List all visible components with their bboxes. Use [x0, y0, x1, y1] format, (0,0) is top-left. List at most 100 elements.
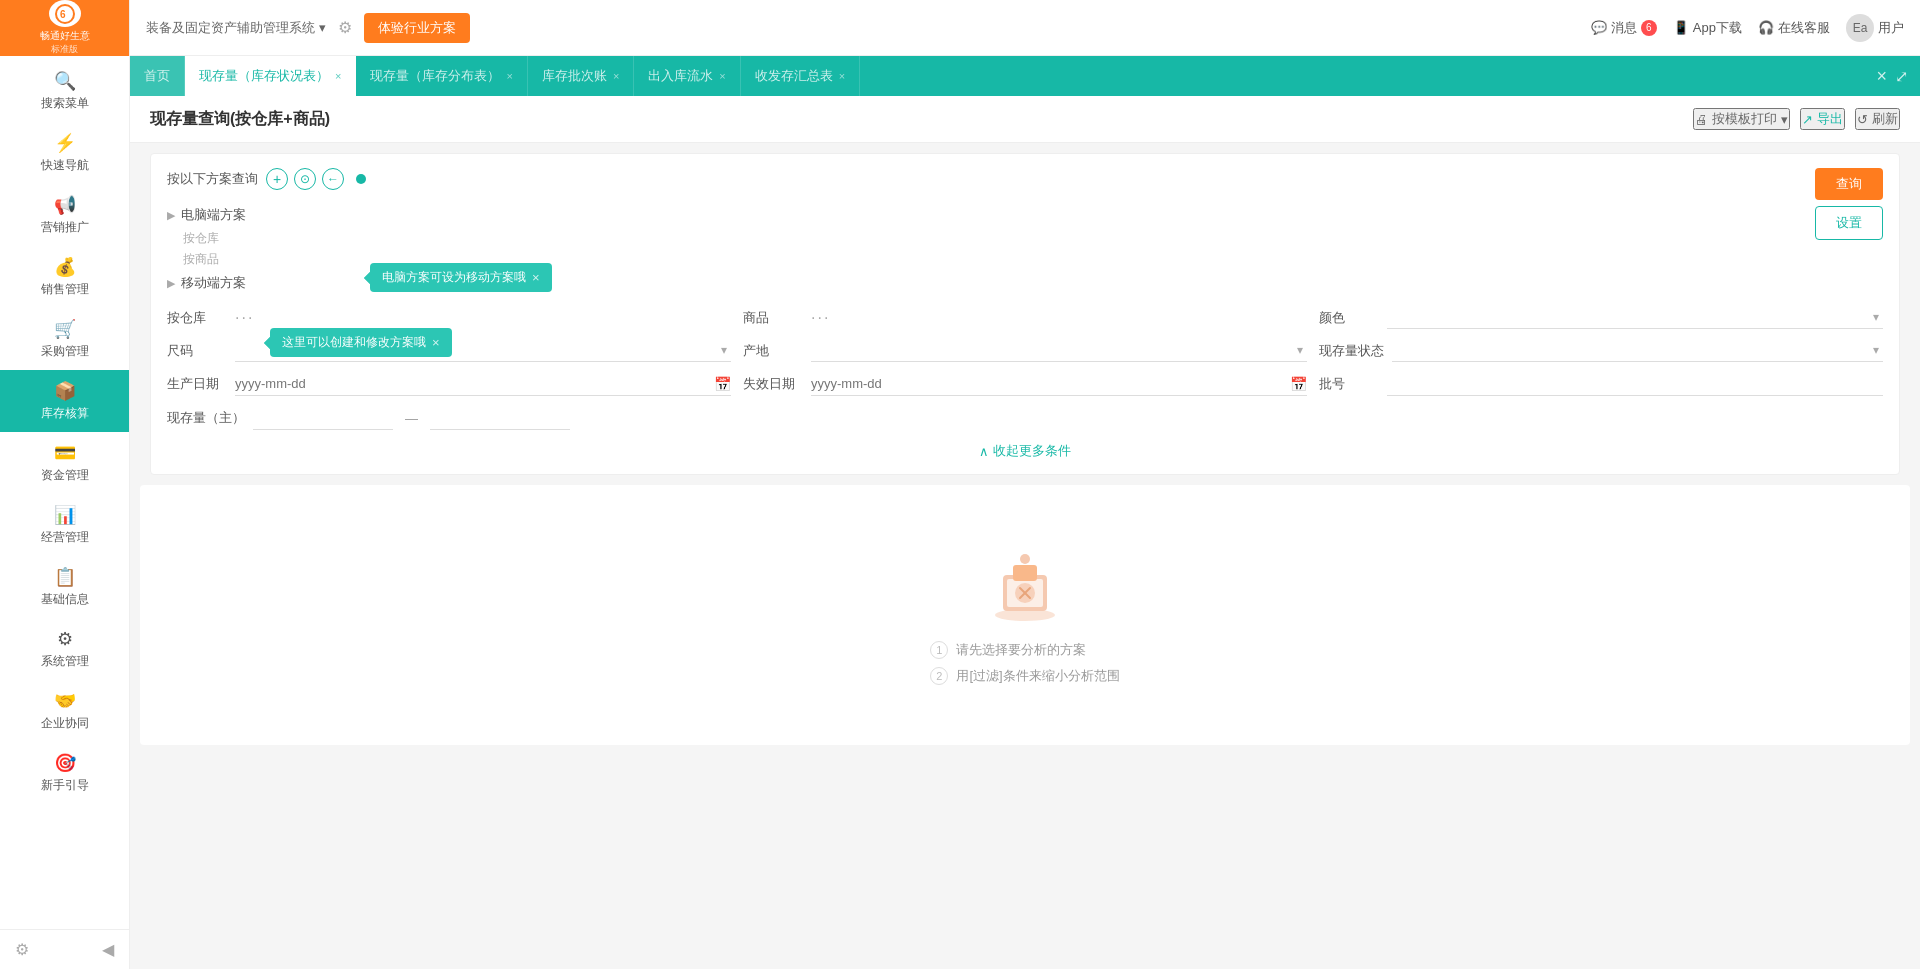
expire-date-input-wrap: 📅 — [811, 372, 1307, 396]
app-download-btn[interactable]: 📱 App下载 — [1673, 19, 1742, 37]
tab-home-label: 首页 — [144, 67, 170, 85]
scheme-pc[interactable]: ▶ 电脑端方案 — [167, 202, 1883, 228]
sidebar-item-quick-nav[interactable]: ⚡ 快速导航 — [0, 122, 129, 184]
back-filter-btn[interactable]: ← — [322, 168, 344, 190]
sidebar-item-label: 销售管理 — [41, 281, 89, 298]
query-btn[interactable]: 查询 — [1815, 168, 1883, 200]
origin-select[interactable]: ▾ — [811, 339, 1307, 362]
sidebar-item-newbie[interactable]: 🎯 新手引导 — [0, 742, 129, 804]
field-origin: 产地 ▾ — [743, 339, 1307, 362]
user-name-label: 用户 — [1878, 19, 1904, 37]
copy-filter-btn[interactable]: ⊙ — [294, 168, 316, 190]
industry-btn[interactable]: 体验行业方案 — [364, 13, 470, 43]
stock-status-select[interactable]: ▾ — [1392, 339, 1883, 362]
marketing-icon: 📢 — [54, 194, 76, 216]
stock-main-to[interactable] — [430, 406, 570, 430]
tab-close-in-out-flow[interactable]: × — [719, 70, 725, 82]
export-btn[interactable]: ↗ 导出 — [1800, 108, 1845, 130]
sidebar-item-basic-info[interactable]: 📋 基础信息 — [0, 556, 129, 618]
online-service-btn[interactable]: 🎧 在线客服 — [1758, 19, 1830, 37]
sidebar-item-search-menu[interactable]: 🔍 搜索菜单 — [0, 60, 129, 122]
batch-no-input[interactable] — [1387, 372, 1883, 396]
collapse-sidebar-icon[interactable]: ◀ — [102, 940, 114, 959]
origin-label: 产地 — [743, 342, 803, 360]
sidebar-item-finance[interactable]: 💳 资金管理 — [0, 432, 129, 494]
calendar-icon2: 📅 — [1290, 376, 1307, 392]
sidebar-item-enterprise[interactable]: 🤝 企业协同 — [0, 680, 129, 742]
sidebar-item-purchase[interactable]: 🛒 采购管理 — [0, 308, 129, 370]
stock-main-from[interactable] — [253, 406, 393, 430]
system-selector[interactable]: 装备及固定资产辅助管理系统 ▾ — [146, 19, 326, 37]
tooltip-1-text: 电脑方案可设为移动方案哦 — [382, 269, 526, 286]
basic-info-icon: 📋 — [54, 566, 76, 588]
message-icon: 💬 — [1591, 20, 1607, 35]
chevron-down-icon: ▾ — [319, 20, 326, 35]
tab-batch-account[interactable]: 库存批次账 × — [528, 56, 634, 96]
tooltip-2-close[interactable]: × — [432, 335, 440, 350]
field-goods: 商品 ··· — [743, 309, 1307, 327]
settings-icon[interactable]: ⚙ — [15, 940, 29, 959]
scheme-pc-sub-item: 按仓库 — [183, 228, 1883, 249]
tab-in-out-flow[interactable]: 出入库流水 × — [634, 56, 740, 96]
template-print-btn[interactable]: 🖨 按模板打印 ▾ — [1693, 108, 1790, 130]
tab-home[interactable]: 首页 — [130, 56, 185, 96]
tab-inventory-status[interactable]: 现存量（库存状况表） × — [185, 56, 356, 96]
empty-step-2: 2 用[过滤]条件来缩小分析范围 — [930, 667, 1119, 685]
tab-close-batch-account[interactable]: × — [613, 70, 619, 82]
sidebar-item-system[interactable]: ⚙ 系统管理 — [0, 618, 129, 680]
empty-state: 1 请先选择要分析的方案 2 用[过滤]条件来缩小分析范围 — [140, 485, 1910, 745]
user-area[interactable]: Ea 用户 — [1846, 14, 1904, 42]
tooltip-1-close[interactable]: × — [532, 270, 540, 285]
setting-btn[interactable]: 设置 — [1815, 206, 1883, 240]
sidebar-item-label: 经营管理 — [41, 529, 89, 546]
filter-row-1: 按仓库 ··· 商品 ··· 颜色 ▾ — [167, 306, 1883, 329]
online-service-label: 在线客服 — [1778, 19, 1830, 37]
sidebar-item-marketing[interactable]: 📢 营销推广 — [0, 184, 129, 246]
inventory-icon: 📦 — [54, 380, 76, 402]
main-content: 装备及固定资产辅助管理系统 ▾ ⚙ 体验行业方案 💬 消息 6 📱 App下载 … — [130, 0, 1920, 969]
color-select[interactable]: ▾ — [1387, 306, 1883, 329]
message-btn[interactable]: 💬 消息 6 — [1591, 19, 1657, 37]
template-print-label: 按模板打印 — [1712, 110, 1777, 128]
refresh-btn[interactable]: ↺ 刷新 — [1855, 108, 1900, 130]
system-name: 装备及固定资产辅助管理系统 — [146, 19, 315, 37]
sidebar-item-operations[interactable]: 📊 经营管理 — [0, 494, 129, 556]
produce-date-from[interactable] — [235, 372, 714, 395]
size-label: 尺码 — [167, 342, 227, 360]
tab-close-inventory-status[interactable]: × — [335, 70, 341, 82]
sidebar-item-inventory[interactable]: 📦 库存核算 — [0, 370, 129, 432]
sales-icon: 💰 — [54, 256, 76, 278]
produce-date-label: 生产日期 — [167, 375, 227, 393]
tooltip-2-text: 这里可以创建和修改方案哦 — [282, 334, 426, 351]
tab-collect-summary-label: 收发存汇总表 — [755, 67, 833, 85]
tooltip-scheme-convert: 电脑方案可设为移动方案哦 × — [370, 263, 552, 292]
expire-date-from[interactable] — [811, 372, 1290, 395]
newbie-icon: 🎯 — [54, 752, 76, 774]
collapse-btn[interactable]: ∧ 收起更多条件 — [979, 442, 1071, 460]
tab-close-collect-summary[interactable]: × — [839, 70, 845, 82]
filter-rows: 按仓库 ··· 商品 ··· 颜色 ▾ — [167, 306, 1883, 430]
expand-icon[interactable]: ⤢ — [1895, 67, 1908, 86]
empty-steps: 1 请先选择要分析的方案 2 用[过滤]条件来缩小分析范围 — [930, 641, 1119, 685]
add-filter-btn[interactable]: + — [266, 168, 288, 190]
warehouse-dots[interactable]: ··· — [235, 309, 254, 327]
field-warehouse: 按仓库 ··· — [167, 309, 731, 327]
tab-in-out-flow-label: 出入库流水 — [648, 67, 713, 85]
sidebar-item-sales[interactable]: 💰 销售管理 — [0, 246, 129, 308]
close-all-tabs-icon[interactable]: × — [1876, 66, 1887, 87]
tab-close-inventory-dist[interactable]: × — [506, 70, 512, 82]
operations-icon: 📊 — [54, 504, 76, 526]
chevron-down-icon: ▾ — [1873, 310, 1879, 324]
sidebar-item-label: 企业协同 — [41, 715, 89, 732]
settings-gear-icon[interactable]: ⚙ — [338, 18, 352, 37]
content-area: 现存量查询(按仓库+商品) 🖨 按模板打印 ▾ ↗ 导出 ↺ 刷新 — [130, 96, 1920, 969]
tab-inventory-dist[interactable]: 现存量（库存分布表） × — [356, 56, 527, 96]
sidebar: 6 畅通好生意 标准版 🔍 搜索菜单 ⚡ 快速导航 📢 营销推广 💰 销售管理 … — [0, 0, 130, 969]
tab-collect-summary[interactable]: 收发存汇总表 × — [741, 56, 860, 96]
goods-dots[interactable]: ··· — [811, 309, 830, 327]
field-expire-date: 失效日期 📅 — [743, 372, 1307, 396]
sidebar-item-label: 资金管理 — [41, 467, 89, 484]
svg-text:6: 6 — [60, 9, 66, 20]
calendar-icon: 📅 — [714, 376, 731, 392]
chevron-down-icon: ▾ — [1781, 112, 1788, 127]
